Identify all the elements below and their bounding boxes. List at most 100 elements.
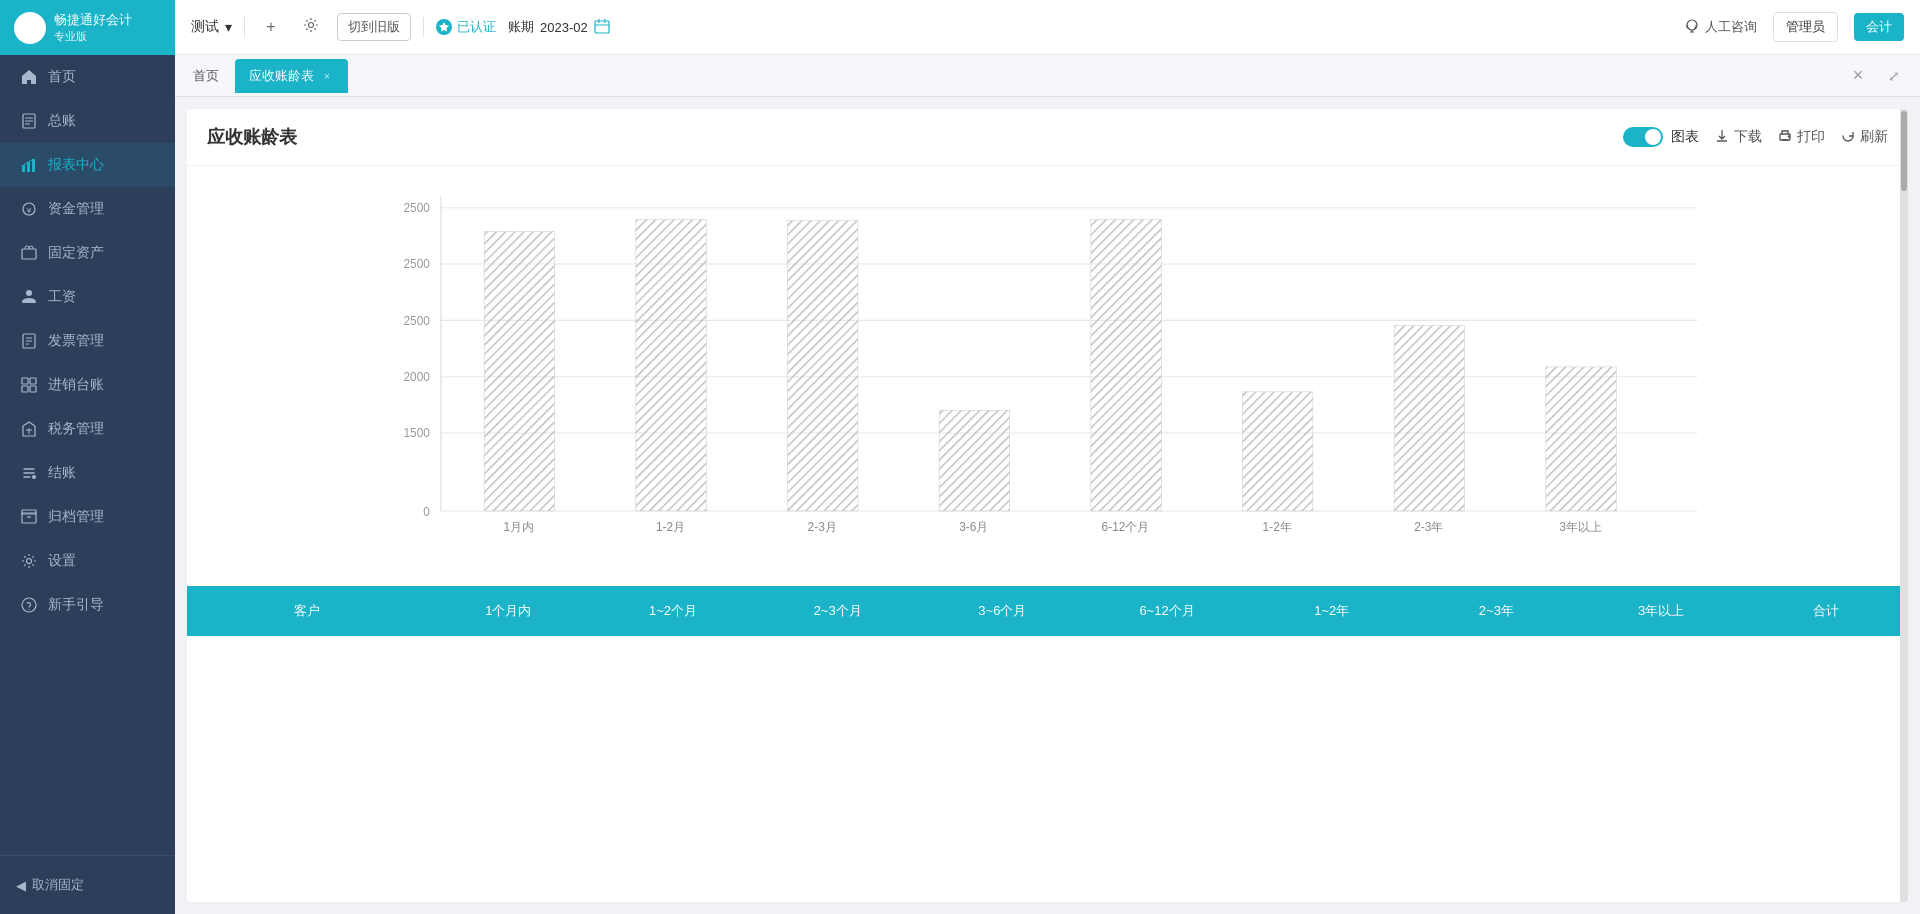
- th-3year-plus: 3年以上: [1579, 590, 1744, 632]
- svg-text:1-2月: 1-2月: [656, 520, 685, 534]
- svg-text:2500: 2500: [404, 201, 431, 215]
- svg-text:2-3月: 2-3月: [808, 520, 837, 534]
- print-btn[interactable]: 打印: [1778, 128, 1825, 146]
- svg-rect-6: [27, 162, 30, 172]
- svg-rect-29: [595, 21, 609, 33]
- tab-close-btn[interactable]: ×: [320, 69, 334, 83]
- certified-icon: [436, 19, 452, 35]
- company-name: 测试: [191, 18, 219, 36]
- cancel-fixed-btn[interactable]: ◀ 取消固定: [0, 866, 175, 904]
- svg-point-25: [27, 559, 32, 564]
- th-customer: 客户: [187, 590, 426, 632]
- sidebar-item-capital[interactable]: ¥ 资金管理: [0, 187, 175, 231]
- th-1-2year: 1~2年: [1249, 590, 1414, 632]
- th-2-3month: 2~3个月: [755, 590, 920, 632]
- sidebar-item-settings[interactable]: 设置: [0, 539, 175, 583]
- svg-rect-18: [30, 386, 36, 392]
- settle-icon: [20, 464, 38, 482]
- logo-text: 畅捷通好会计 专业版: [54, 12, 132, 43]
- svg-point-21: [32, 475, 36, 479]
- salary-icon: [20, 288, 38, 306]
- tab-home[interactable]: 首页: [179, 59, 233, 93]
- report-title: 应收账龄表: [207, 125, 297, 149]
- content-area: 应收账龄表 图表 下载: [175, 97, 1920, 914]
- svg-text:6-12个月: 6-12个月: [1102, 520, 1150, 534]
- report-actions: 图表 下载: [1623, 127, 1888, 147]
- tax-icon: [20, 420, 38, 438]
- sidebar-item-stock[interactable]: 进销台账: [0, 363, 175, 407]
- old-version-btn[interactable]: 切到旧版: [337, 13, 411, 41]
- expand-btn[interactable]: ⤢: [1880, 62, 1908, 90]
- main-area: 测试 ▾ + 切到旧版 已认证: [175, 0, 1920, 914]
- bar-1-2year: [1243, 392, 1313, 511]
- topbar-divider-2: [423, 17, 424, 37]
- svg-text:¥: ¥: [26, 206, 32, 215]
- topbar: 测试 ▾ + 切到旧版 已认证: [175, 0, 1920, 55]
- period-selector[interactable]: 账期 2023-02: [508, 18, 610, 37]
- svg-text:3-6月: 3-6月: [959, 520, 988, 534]
- ledger-icon: [20, 112, 38, 130]
- user-btn[interactable]: 管理员: [1773, 12, 1838, 42]
- report-icon: [20, 156, 38, 174]
- svg-rect-23: [22, 510, 36, 514]
- sidebar-logo: 畅捷通好会计 专业版: [0, 0, 175, 55]
- sidebar: 畅捷通好会计 专业版 首页 总账: [0, 0, 175, 914]
- svg-rect-7: [32, 159, 35, 172]
- svg-text:2-3年: 2-3年: [1414, 520, 1443, 534]
- svg-text:1月内: 1月内: [504, 520, 535, 534]
- download-icon: [1715, 129, 1729, 146]
- th-6-12month: 6~12个月: [1085, 590, 1250, 632]
- th-1-2month: 1~2个月: [591, 590, 756, 632]
- chart-svg: 2500 2500 2500 2000 1500 0: [207, 186, 1888, 576]
- vertical-scrollbar[interactable]: [1900, 109, 1908, 902]
- expand-icon: ⤢: [1888, 68, 1900, 84]
- archive-icon: [20, 508, 38, 526]
- support-btn[interactable]: 人工咨询: [1684, 18, 1757, 37]
- sidebar-item-tax[interactable]: 税务管理: [0, 407, 175, 451]
- chart-area: 2500 2500 2500 2000 1500 0: [187, 166, 1908, 586]
- svg-rect-5: [22, 165, 25, 172]
- svg-rect-16: [30, 378, 36, 384]
- pin-icon: ◀: [16, 878, 26, 893]
- close-window-btn[interactable]: ×: [1844, 62, 1872, 90]
- svg-text:2000: 2000: [404, 370, 431, 384]
- svg-rect-17: [22, 386, 28, 392]
- scrollbar-thumb[interactable]: [1901, 111, 1907, 191]
- tabbar: 首页 应收账龄表 × × ⤢: [175, 55, 1920, 97]
- sidebar-item-invoice[interactable]: 发票管理: [0, 319, 175, 363]
- svg-point-28: [309, 23, 314, 28]
- headset-icon: [1684, 18, 1700, 37]
- calendar-icon[interactable]: [594, 18, 610, 37]
- topbar-divider-1: [244, 17, 245, 37]
- bar-3year-plus: [1546, 367, 1616, 511]
- sidebar-item-ledger[interactable]: 总账: [0, 99, 175, 143]
- dropdown-icon: ▾: [225, 19, 232, 35]
- chart-toggle: 图表: [1623, 127, 1699, 147]
- sidebar-item-settle[interactable]: 结账: [0, 451, 175, 495]
- tab-aging[interactable]: 应收账龄表 ×: [235, 59, 348, 93]
- add-company-btn[interactable]: +: [257, 13, 285, 41]
- settings-btn[interactable]: [297, 13, 325, 41]
- accountant-btn[interactable]: 会计: [1854, 13, 1904, 41]
- company-selector[interactable]: 测试 ▾: [191, 18, 232, 36]
- toggle-switch[interactable]: [1623, 127, 1663, 147]
- print-icon: [1778, 129, 1792, 146]
- sidebar-item-archive[interactable]: 归档管理: [0, 495, 175, 539]
- bar-1-2month: [636, 220, 706, 511]
- invoice-icon: [20, 332, 38, 350]
- sidebar-item-assets[interactable]: 固定资产: [0, 231, 175, 275]
- bar-2-3year: [1394, 326, 1464, 511]
- svg-text:3年以上: 3年以上: [1559, 520, 1602, 534]
- sidebar-item-guide[interactable]: 新手引导: [0, 583, 175, 627]
- sidebar-item-report[interactable]: 报表中心: [0, 143, 175, 187]
- bar-6-12month: [1091, 220, 1161, 511]
- certified-badge: 已认证: [436, 18, 496, 36]
- download-btn[interactable]: 下载: [1715, 128, 1762, 146]
- sidebar-item-salary[interactable]: 工资: [0, 275, 175, 319]
- sidebar-scroll: 首页 总账: [0, 55, 175, 855]
- assets-icon: [20, 244, 38, 262]
- close-icon: ×: [1853, 65, 1864, 86]
- refresh-btn[interactable]: 刷新: [1841, 128, 1888, 146]
- topbar-right: 人工咨询 管理员 会计: [1684, 12, 1904, 42]
- sidebar-item-home[interactable]: 首页: [0, 55, 175, 99]
